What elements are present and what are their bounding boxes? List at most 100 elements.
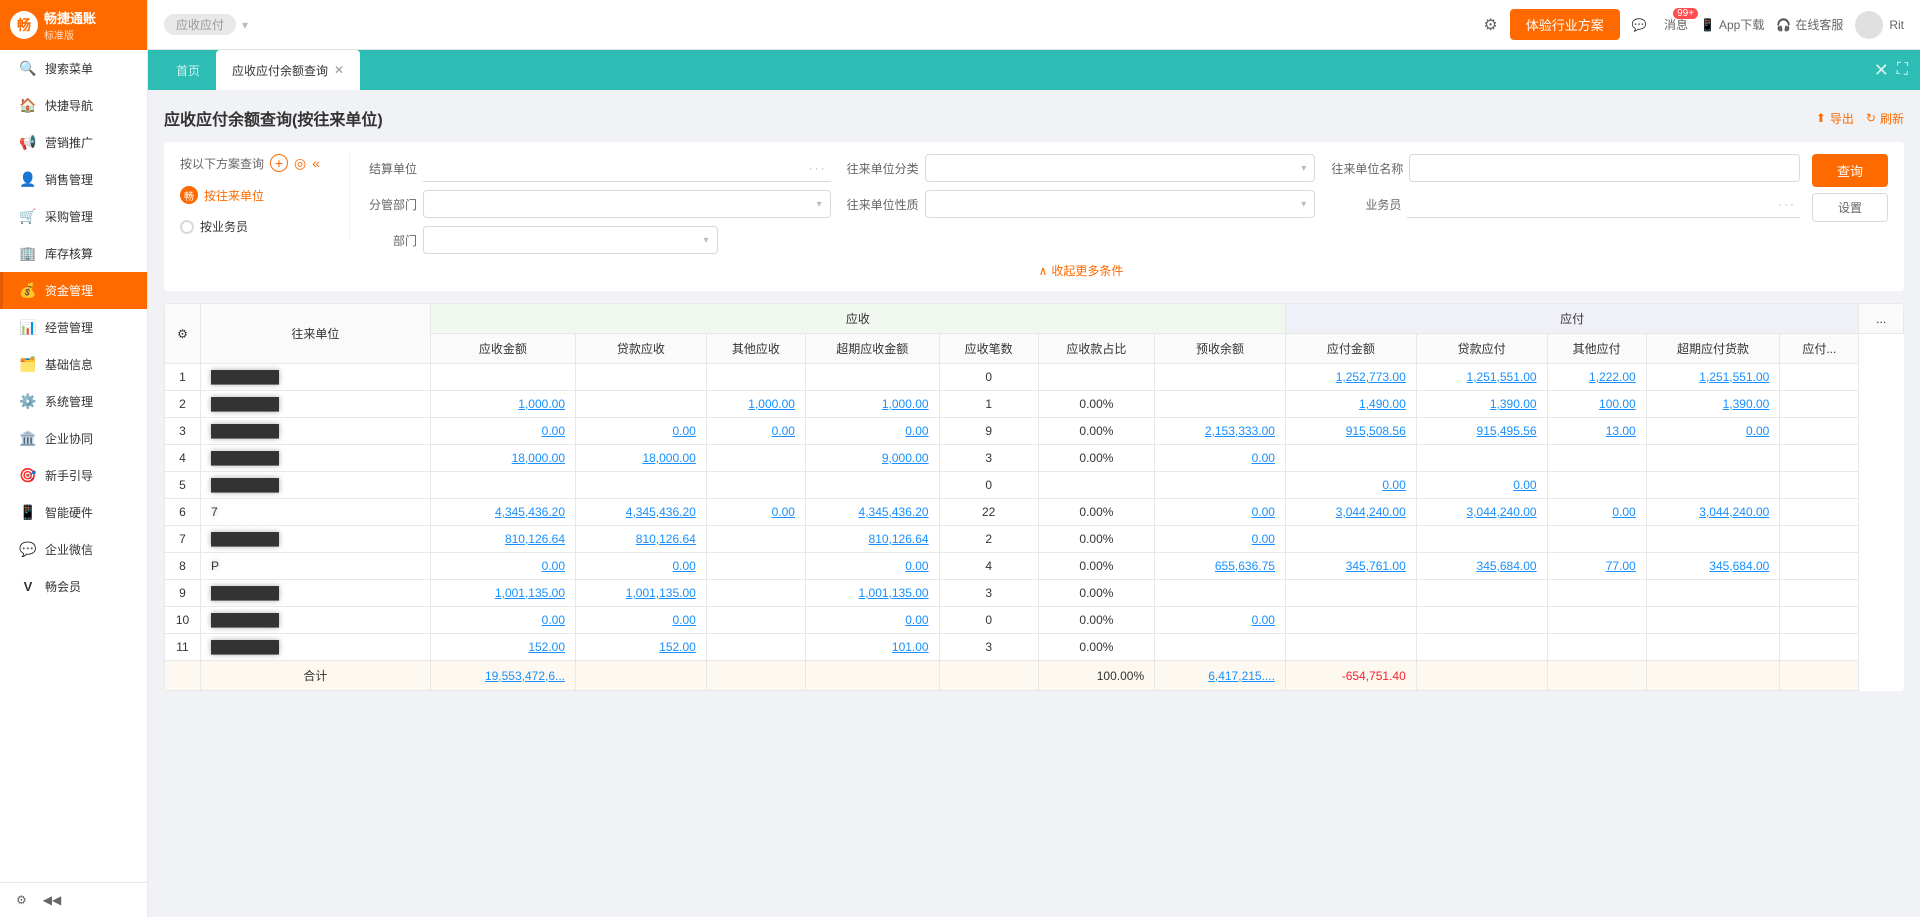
sidebar-item-system[interactable]: ⚙️ 系统管理 <box>0 383 147 420</box>
sidebar-item-finance[interactable]: 💰 资金管理 <box>0 272 147 309</box>
row-ap-amount[interactable]: 1,490.00 <box>1285 391 1416 418</box>
row-ar-loan[interactable]: 0.00 <box>576 607 707 634</box>
settings-btn[interactable]: 设置 <box>1812 193 1888 222</box>
row-ap-loan[interactable]: 3,044,240.00 <box>1416 499 1547 526</box>
row-ar-amount[interactable]: 4,345,436.20 <box>430 499 575 526</box>
unit-name-input[interactable] <box>1409 154 1800 182</box>
query-btn[interactable]: 查询 <box>1812 154 1888 187</box>
row-ar-prepay[interactable]: 0.00 <box>1155 445 1286 472</box>
online-service[interactable]: 🎧 在线客服 <box>1776 16 1843 33</box>
sidebar-collapse-icon[interactable]: ◀◀ <box>43 893 61 907</box>
sidebar-item-quick-nav[interactable]: 🏠 快捷导航 <box>0 87 147 124</box>
row-ar-amount[interactable]: 0.00 <box>430 607 575 634</box>
row-ar-amount[interactable]: 0.00 <box>430 553 575 580</box>
row-ap-overdue[interactable]: 0.00 <box>1646 418 1780 445</box>
unit-category-select[interactable]: ▾ <box>925 154 1316 182</box>
row-ar-amount[interactable]: 0.00 <box>430 418 575 445</box>
row-ar-prepay[interactable]: 655,636.75 <box>1155 553 1286 580</box>
row-ar-overdue[interactable]: 9,000.00 <box>805 445 939 472</box>
row-ar-overdue[interactable]: 101.00 <box>805 634 939 661</box>
row-ar-other[interactable]: 1,000.00 <box>706 391 805 418</box>
total-ar-amount[interactable]: 19,553,472,6... <box>430 661 575 691</box>
row-ar-loan[interactable]: 18,000.00 <box>576 445 707 472</box>
settings-gear-icon[interactable]: ⚙ <box>1483 15 1497 35</box>
sidebar-item-purchase[interactable]: 🛒 采购管理 <box>0 198 147 235</box>
tab-close-window-icon[interactable]: ✕ <box>1874 60 1889 81</box>
sidebar-item-sales[interactable]: 👤 销售管理 <box>0 161 147 198</box>
row-ar-overdue[interactable]: 1,001,135.00 <box>805 580 939 607</box>
row-ap-other[interactable]: 13.00 <box>1547 418 1646 445</box>
row-ar-loan[interactable]: 152.00 <box>576 634 707 661</box>
tab-expand-icon[interactable]: ⛶ <box>1897 61 1908 79</box>
row-ap-amount[interactable]: 0.00 <box>1285 472 1416 499</box>
row-ar-overdue[interactable]: 1,000.00 <box>805 391 939 418</box>
sidebar-item-marketing[interactable]: 📢 营销推广 <box>0 124 147 161</box>
sidebar-item-corp-collab[interactable]: 🏛️ 企业协同 <box>0 420 147 457</box>
total-ar-prepay[interactable]: 6,417,215.... <box>1155 661 1286 691</box>
row-ap-loan[interactable]: 0.00 <box>1416 472 1547 499</box>
sidebar-item-newbie[interactable]: 🎯 新手引导 <box>0 457 147 494</box>
row-ap-overdue[interactable]: 1,390.00 <box>1646 391 1780 418</box>
tab-home[interactable]: 首页 <box>160 50 216 90</box>
row-ar-amount[interactable]: 1,000.00 <box>430 391 575 418</box>
row-ar-loan[interactable]: 4,345,436.20 <box>576 499 707 526</box>
tab-close-icon[interactable]: ✕ <box>334 63 344 77</box>
row-ar-loan[interactable]: 810,126.64 <box>576 526 707 553</box>
row-ap-loan[interactable]: 915,495.56 <box>1416 418 1547 445</box>
schema-by-salesman[interactable]: 按业务员 <box>180 214 337 239</box>
tab-ar-ap-query[interactable]: 应收应付余额查询 ✕ <box>216 50 360 90</box>
sidebar-item-basic-info[interactable]: 🗂️ 基础信息 <box>0 346 147 383</box>
row-ap-loan[interactable]: 1,251,551.00 <box>1416 364 1547 391</box>
row-ar-amount[interactable]: 152.00 <box>430 634 575 661</box>
row-ar-amount[interactable]: 810,126.64 <box>430 526 575 553</box>
table-settings-icon[interactable]: ⚙ <box>177 327 188 341</box>
th-settings[interactable]: ⚙ <box>165 304 201 364</box>
dept-select[interactable]: ▾ <box>423 226 718 254</box>
row-ap-amount[interactable]: 345,761.00 <box>1285 553 1416 580</box>
sidebar-item-search-menu[interactable]: 🔍 搜索菜单 <box>0 50 147 87</box>
trial-btn[interactable]: 体验行业方案 <box>1510 9 1620 40</box>
sidebar-settings-icon[interactable]: ⚙ <box>16 893 27 907</box>
app-download[interactable]: 📱 App下载 <box>1700 16 1764 33</box>
row-ar-loan[interactable]: 0.00 <box>576 553 707 580</box>
sidebar-item-management[interactable]: 📊 经营管理 <box>0 309 147 346</box>
collapse-btn[interactable]: ∧ 收起更多条件 <box>1039 262 1124 279</box>
schema-by-partner[interactable]: 畅 按往来单位 <box>180 182 337 208</box>
row-ar-overdue[interactable]: 0.00 <box>805 607 939 634</box>
filter-add-btn[interactable]: + <box>270 154 288 172</box>
dept-charge-select[interactable]: ▾ <box>423 190 831 218</box>
row-ar-loan[interactable]: 0.00 <box>576 418 707 445</box>
row-ar-overdue[interactable]: 0.00 <box>805 418 939 445</box>
jiesuan-input[interactable]: ··· <box>423 154 831 182</box>
row-ar-prepay[interactable]: 2,153,333.00 <box>1155 418 1286 445</box>
row-ap-amount[interactable]: 3,044,240.00 <box>1285 499 1416 526</box>
row-ap-loan[interactable]: 345,684.00 <box>1416 553 1547 580</box>
message-area[interactable]: 💬 99+ 消息 <box>1632 16 1688 33</box>
row-ar-prepay[interactable]: 0.00 <box>1155 526 1286 553</box>
salesman-input[interactable]: ··· <box>1407 190 1800 218</box>
row-ar-prepay[interactable]: 0.00 <box>1155 607 1286 634</box>
row-ap-other[interactable]: 0.00 <box>1547 499 1646 526</box>
row-ap-loan[interactable]: 1,390.00 <box>1416 391 1547 418</box>
row-ap-other[interactable]: 77.00 <box>1547 553 1646 580</box>
user-area[interactable]: Rit <box>1855 11 1904 39</box>
row-ar-amount[interactable]: 18,000.00 <box>430 445 575 472</box>
export-btn[interactable]: ⬆ 导出 <box>1816 110 1854 127</box>
row-ar-overdue[interactable]: 810,126.64 <box>805 526 939 553</box>
row-ar-overdue[interactable]: 4,345,436.20 <box>805 499 939 526</box>
row-ap-overdue[interactable]: 345,684.00 <box>1646 553 1780 580</box>
row-ar-amount[interactable]: 1,001,135.00 <box>430 580 575 607</box>
filter-target-icon[interactable]: ◎ <box>294 155 306 172</box>
row-ap-other[interactable]: 100.00 <box>1547 391 1646 418</box>
row-ap-amount[interactable]: 915,508.56 <box>1285 418 1416 445</box>
refresh-btn[interactable]: ↻ 刷新 <box>1866 110 1904 127</box>
row-ar-prepay[interactable]: 0.00 <box>1155 499 1286 526</box>
sidebar-item-member[interactable]: V 畅会员 <box>0 568 147 605</box>
row-ar-loan[interactable]: 1,001,135.00 <box>576 580 707 607</box>
row-ap-other[interactable]: 1,222.00 <box>1547 364 1646 391</box>
row-ap-overdue[interactable]: 3,044,240.00 <box>1646 499 1780 526</box>
unit-nature-select[interactable]: ▾ <box>925 190 1316 218</box>
row-ap-overdue[interactable]: 1,251,551.00 <box>1646 364 1780 391</box>
filter-collapse-schema-icon[interactable]: « <box>312 155 320 171</box>
row-ar-overdue[interactable]: 0.00 <box>805 553 939 580</box>
